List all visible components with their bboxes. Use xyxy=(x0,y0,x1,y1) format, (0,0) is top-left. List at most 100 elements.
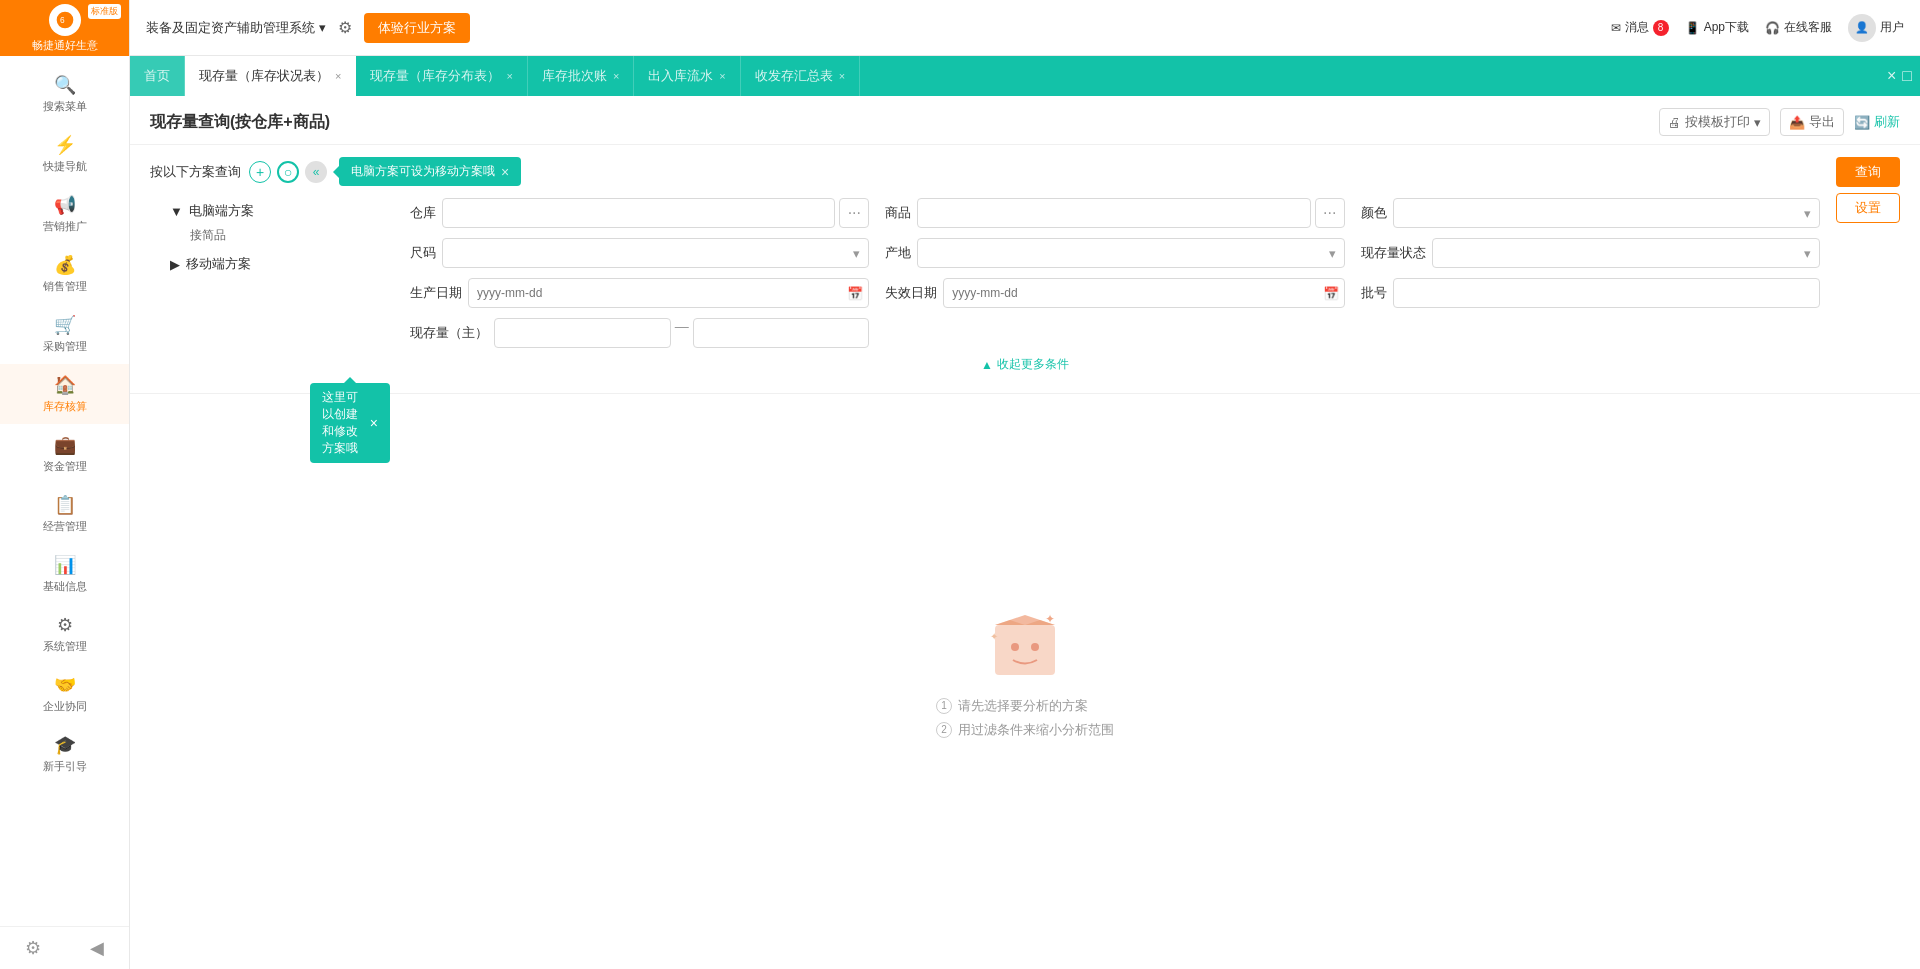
query-button[interactable]: 查询 xyxy=(1836,157,1900,187)
sidebar-item-marketing[interactable]: 📢 营销推广 xyxy=(0,184,129,244)
scheme-mobile-header[interactable]: ▶ 移动端方案 xyxy=(170,251,390,277)
app-download-label: App下载 xyxy=(1704,19,1749,36)
export-icon: 📤 xyxy=(1789,115,1805,130)
tab-collect-summary-close[interactable]: × xyxy=(839,70,845,82)
purchase-icon: 🛒 xyxy=(54,314,76,336)
filter-size: 尺码 ▾ xyxy=(410,238,869,268)
tab-inventory-dist-close[interactable]: × xyxy=(506,70,512,82)
sidebar-item-management[interactable]: 📋 经营管理 xyxy=(0,484,129,544)
print-button[interactable]: 🖨 按模板打印 ▾ xyxy=(1659,108,1770,136)
collapse-more-btn[interactable]: ▲ 收起更多条件 xyxy=(150,348,1900,381)
tab-batch-account[interactable]: 库存批次账 × xyxy=(528,56,634,96)
sidebar-label-management: 经营管理 xyxy=(43,519,87,534)
tab-batch-account-close[interactable]: × xyxy=(613,70,619,82)
refresh-button[interactable]: 🔄 刷新 xyxy=(1854,113,1900,131)
color-select[interactable]: ▾ xyxy=(1393,198,1820,228)
tab-in-out-flow-close[interactable]: × xyxy=(719,70,725,82)
svg-point-3 xyxy=(1011,643,1019,651)
stock-status-dropdown-icon: ▾ xyxy=(1804,246,1811,261)
sidebar-item-search[interactable]: 🔍 搜索菜单 xyxy=(0,64,129,124)
sidebar-item-finance[interactable]: 💼 资金管理 xyxy=(0,424,129,484)
collapse-icon[interactable]: ◀ xyxy=(90,937,104,959)
arrow-down-icon: ▼ xyxy=(170,204,183,219)
basic-icon: 📊 xyxy=(54,554,76,576)
filter-back-btn[interactable]: « xyxy=(305,161,327,183)
system-name: 装备及固定资产辅助管理系统 xyxy=(146,19,315,37)
sidebar-item-enterprise[interactable]: 🤝 企业协同 xyxy=(0,664,129,724)
online-service-action[interactable]: 🎧 在线客服 xyxy=(1765,19,1832,36)
filter-area: 按以下方案查询 + ○ « 电脑方案可设为移动方案哦 × xyxy=(130,145,1920,394)
tab-inventory-dist-label: 现存量（库存分布表） xyxy=(370,67,500,85)
tab-inventory-status[interactable]: 现存量（库存状况表） × xyxy=(185,56,356,96)
scheme-hint-close[interactable]: × xyxy=(370,415,378,431)
sidebar-item-purchase[interactable]: 🛒 采购管理 xyxy=(0,304,129,364)
scheme-tooltip: 电脑方案可设为移动方案哦 × xyxy=(339,157,521,186)
calendar-icon-exp[interactable]: 📅 xyxy=(1323,286,1339,301)
tab-inventory-status-close[interactable]: × xyxy=(335,70,341,82)
inventory-icon: 🏠 xyxy=(54,374,76,396)
goods-dots[interactable]: ··· xyxy=(1315,198,1345,228)
app-download-action[interactable]: 📱 App下载 xyxy=(1685,19,1749,36)
tab-collect-summary[interactable]: 收发存汇总表 × xyxy=(741,56,860,96)
filter-controls: + ○ « xyxy=(249,161,327,183)
scheme-desktop-child-1[interactable]: 接简品 xyxy=(170,224,390,247)
messages-action[interactable]: ✉ 消息 8 xyxy=(1611,19,1669,36)
production-date-input[interactable] xyxy=(468,278,869,308)
export-button[interactable]: 📤 导出 xyxy=(1780,108,1844,136)
scheme-tooltip-wrap: 电脑方案可设为移动方案哦 × xyxy=(339,157,521,186)
batch-input[interactable] xyxy=(1393,278,1820,308)
enterprise-icon: 🤝 xyxy=(54,674,76,696)
stock-main-max-input[interactable] xyxy=(693,318,870,348)
sidebar-item-quicknav[interactable]: ⚡ 快捷导航 xyxy=(0,124,129,184)
user-action[interactable]: 👤 用户 xyxy=(1848,14,1904,42)
message-label: 消息 xyxy=(1625,19,1649,36)
stock-status-select[interactable]: ▾ xyxy=(1432,238,1820,268)
goods-input[interactable] xyxy=(917,198,1310,228)
message-badge: 8 xyxy=(1653,20,1669,36)
user-avatar: 👤 xyxy=(1848,14,1876,42)
settings-icon[interactable]: ⚙ xyxy=(25,937,41,959)
size-control: ▾ xyxy=(442,238,869,268)
sidebar-item-guide[interactable]: 🎓 新手引导 xyxy=(0,724,129,784)
filter-add-btn[interactable]: + xyxy=(249,161,271,183)
scheme-desktop-header[interactable]: ▼ 电脑端方案 xyxy=(170,198,390,224)
filter-refresh-btn[interactable]: ○ xyxy=(277,161,299,183)
tab-batch-account-label: 库存批次账 xyxy=(542,67,607,85)
filter-expiry-date: 失效日期 📅 xyxy=(885,278,1344,308)
sidebar-label-system: 系统管理 xyxy=(43,639,87,654)
arrow-right-icon: ▶ xyxy=(170,257,180,272)
tab-close-all-icon[interactable]: × xyxy=(1887,67,1896,85)
sidebar-item-sales[interactable]: 💰 销售管理 xyxy=(0,244,129,304)
empty-step2: 2 用过滤条件来缩小分析范围 xyxy=(936,721,1114,739)
system-selector[interactable]: 装备及固定资产辅助管理系统 ▾ xyxy=(146,19,326,37)
expiry-date-input[interactable] xyxy=(943,278,1344,308)
dropdown-icon: ▾ xyxy=(319,20,326,35)
logo-icon: 6 xyxy=(49,4,81,36)
tab-inventory-dist[interactable]: 现存量（库存分布表） × xyxy=(356,56,527,96)
print-label: 按模板打印 xyxy=(1685,113,1750,131)
warehouse-input[interactable] xyxy=(442,198,835,228)
main-area: 装备及固定资产辅助管理系统 ▾ ⚙ 体验行业方案 ✉ 消息 8 📱 App下载 … xyxy=(130,0,1920,969)
tab-bar: 首页 现存量（库存状况表） × 现存量（库存分布表） × 库存批次账 × 出入库… xyxy=(130,56,1920,96)
origin-select[interactable]: ▾ xyxy=(917,238,1344,268)
calendar-icon-prod[interactable]: 📅 xyxy=(847,286,863,301)
reset-button[interactable]: 设置 xyxy=(1836,193,1900,223)
header-left: 装备及固定资产辅助管理系统 ▾ ⚙ 体验行业方案 xyxy=(146,13,470,43)
tab-restore-icon[interactable]: □ xyxy=(1902,67,1912,85)
size-select[interactable]: ▾ xyxy=(442,238,869,268)
tab-in-out-flow[interactable]: 出入库流水 × xyxy=(634,56,740,96)
top-header: 装备及固定资产辅助管理系统 ▾ ⚙ 体验行业方案 ✉ 消息 8 📱 App下载 … xyxy=(130,0,1920,56)
trial-button[interactable]: 体验行业方案 xyxy=(364,13,470,43)
sidebar-item-basic[interactable]: 📊 基础信息 xyxy=(0,544,129,604)
scheme-hint-tooltip: 这里可以创建和修改方案哦 × xyxy=(310,383,390,463)
tab-home[interactable]: 首页 xyxy=(130,56,185,96)
sidebar-item-inventory[interactable]: 🏠 库存核算 xyxy=(0,364,129,424)
warehouse-dots[interactable]: ··· xyxy=(839,198,869,228)
sidebar-item-system[interactable]: ⚙ 系统管理 xyxy=(0,604,129,664)
color-dropdown-icon: ▾ xyxy=(1804,206,1811,221)
header-settings-icon[interactable]: ⚙ xyxy=(338,18,352,37)
stock-main-min-input[interactable] xyxy=(494,318,671,348)
filter-stock-status: 现存量状态 ▾ xyxy=(1361,238,1820,268)
scheme-tooltip-close[interactable]: × xyxy=(501,164,509,180)
empty-state: ✦ ✦ 1 请先选择要分析的方案 2 用过滤条件来缩小分析范围 xyxy=(130,394,1920,969)
